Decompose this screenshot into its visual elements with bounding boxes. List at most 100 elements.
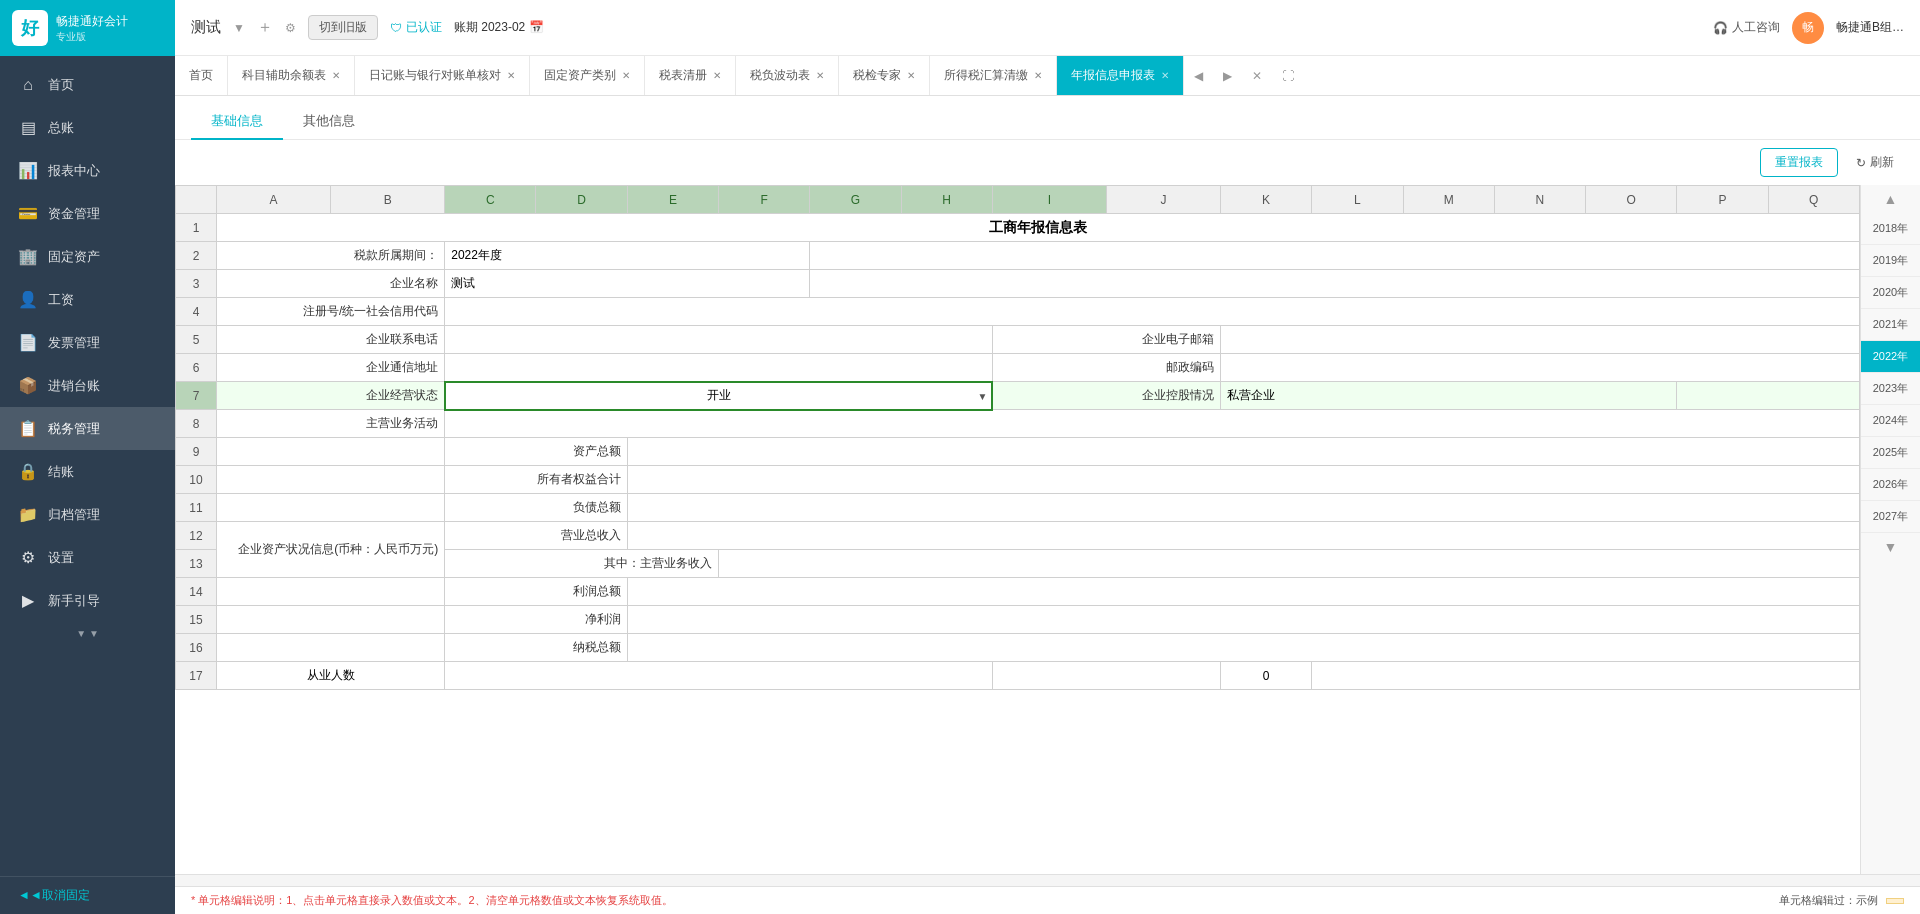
profit-total-value[interactable] (627, 578, 1859, 606)
net-profit-value[interactable] (627, 606, 1859, 634)
sidebar-item-fund[interactable]: 💳 资金管理 (0, 192, 175, 235)
subtab-basic[interactable]: 基础信息 (191, 104, 283, 140)
tab-aux[interactable]: 科目辅助余额表 ✕ (228, 56, 355, 95)
main-biz-value-cell[interactable] (445, 410, 1860, 438)
tab-expand-btn[interactable]: ⛶ (1272, 56, 1304, 95)
holding-value-cell[interactable]: 私营企业 (1220, 382, 1676, 410)
sidebar-item-settings[interactable]: ⚙ 设置 (0, 536, 175, 579)
year-2025[interactable]: 2025年 (1861, 437, 1920, 469)
total-asset-value[interactable] (627, 438, 1859, 466)
company-dropdown-icon[interactable]: ▼ (233, 21, 245, 35)
tab-annual[interactable]: 年报信息申报表 ✕ (1057, 56, 1184, 95)
debt-value[interactable] (627, 494, 1859, 522)
sidebar-item-wage[interactable]: 👤 工资 (0, 278, 175, 321)
col-header-p[interactable]: P (1677, 186, 1768, 214)
col-header-k[interactable]: K (1220, 186, 1311, 214)
col-header-c[interactable]: C (445, 186, 536, 214)
reset-btn[interactable]: 重置报表 (1760, 148, 1838, 177)
col-header-n[interactable]: N (1494, 186, 1585, 214)
col-header-d[interactable]: D (536, 186, 627, 214)
col-header-f[interactable]: F (719, 186, 810, 214)
sidebar-item-tax[interactable]: 📋 税务管理 (0, 407, 175, 450)
year-2026[interactable]: 2026年 (1861, 469, 1920, 501)
sidebar-item-asset[interactable]: 🏢 固定资产 (0, 235, 175, 278)
tab-income-tax-close[interactable]: ✕ (1034, 70, 1042, 81)
spreadsheet-container[interactable]: A B C D E F G H I J K L M (175, 185, 1860, 874)
h-scrollbar[interactable] (175, 874, 1920, 886)
year-2021[interactable]: 2021年 (1861, 309, 1920, 341)
year-2019[interactable]: 2019年 (1861, 245, 1920, 277)
email-value-cell[interactable] (1220, 326, 1859, 354)
status-dropdown-cell[interactable]: 开业 ▼ (445, 382, 993, 410)
tab-aux-close[interactable]: ✕ (332, 70, 340, 81)
tab-home[interactable]: 首页 (175, 56, 228, 95)
col-header-h[interactable]: H (901, 186, 992, 214)
phone-value-cell[interactable] (445, 326, 993, 354)
tab-tax-expert-close[interactable]: ✕ (907, 70, 915, 81)
col-header-e[interactable]: E (627, 186, 718, 214)
col-header-l[interactable]: L (1312, 186, 1403, 214)
row11-empty (217, 494, 445, 522)
year-2027[interactable]: 2027年 (1861, 501, 1920, 533)
address-value-cell[interactable] (445, 354, 993, 382)
support-btn[interactable]: 🎧 人工咨询 (1713, 19, 1780, 36)
year-2022[interactable]: 2022年 (1861, 341, 1920, 373)
col-header-a[interactable]: A (217, 186, 331, 214)
year-panel-down[interactable]: ▼ (1861, 533, 1920, 561)
col-header-m[interactable]: M (1403, 186, 1494, 214)
sidebar-scroll-more[interactable]: ▼ ▼ (0, 622, 175, 645)
col-header-b[interactable]: B (331, 186, 445, 214)
oldver-btn[interactable]: 切到旧版 (308, 15, 378, 40)
col-header-i[interactable]: I (992, 186, 1106, 214)
tab-journal-close[interactable]: ✕ (507, 70, 515, 81)
refresh-btn[interactable]: ↻ 刷新 (1846, 149, 1904, 176)
regnum-value-cell[interactable] (445, 298, 1860, 326)
tab-tax-table-close[interactable]: ✕ (713, 70, 721, 81)
tab-tax-expert[interactable]: 税检专家 ✕ (839, 56, 930, 95)
revenue-total-value[interactable] (627, 522, 1859, 550)
sidebar-item-home[interactable]: ⌂ 首页 (0, 64, 175, 106)
main-revenue-value[interactable] (719, 550, 1860, 578)
col-header-q[interactable]: Q (1768, 186, 1859, 214)
tab-prev-btn[interactable]: ◀ (1184, 56, 1213, 95)
tab-tax-wave[interactable]: 税负波动表 ✕ (736, 56, 839, 95)
sidebar-item-guide[interactable]: ▶ 新手引导 (0, 579, 175, 622)
period-value-cell[interactable]: 2022年度 (445, 242, 810, 270)
company-value-cell[interactable]: 测试 (445, 270, 810, 298)
tab-next-btn[interactable]: ▶ (1213, 56, 1242, 95)
col-header-g[interactable]: G (810, 186, 901, 214)
subtab-other[interactable]: 其他信息 (283, 104, 375, 140)
year-2018[interactable]: 2018年 (1861, 213, 1920, 245)
sidebar-item-close[interactable]: 🔒 结账 (0, 450, 175, 493)
tab-income-tax[interactable]: 所得税汇算清缴 ✕ (930, 56, 1057, 95)
tab-asset-type-close[interactable]: ✕ (622, 70, 630, 81)
tab-asset-type[interactable]: 固定资产类别 ✕ (530, 56, 645, 95)
tab-close-all-btn[interactable]: ✕ (1242, 56, 1272, 95)
col-header-o[interactable]: O (1586, 186, 1677, 214)
year-2024[interactable]: 2024年 (1861, 405, 1920, 437)
sidebar-pin-btn[interactable]: ◄◄取消固定 (0, 876, 175, 914)
add-btn[interactable]: ＋ (257, 17, 273, 38)
table-row: 17 从业人数 0 (176, 662, 1860, 690)
statusbar: * 单元格编辑说明：1、点击单元格直接录入数值或文本。2、清空单元格数值或文本恢… (175, 886, 1920, 914)
employee-count-cell[interactable]: 0 (1220, 662, 1311, 690)
year-panel-up[interactable]: ▲ (1861, 185, 1920, 213)
tab-tax-table[interactable]: 税表清册 ✕ (645, 56, 736, 95)
tab-tax-wave-close[interactable]: ✕ (816, 70, 824, 81)
sidebar-item-invoice[interactable]: 📄 发票管理 (0, 321, 175, 364)
tab-journal[interactable]: 日记账与银行对账单核对 ✕ (355, 56, 530, 95)
sidebar-item-ledger[interactable]: ▤ 总账 (0, 106, 175, 149)
tab-annual-close[interactable]: ✕ (1161, 70, 1169, 81)
sidebar-item-archive[interactable]: 📁 归档管理 (0, 493, 175, 536)
year-2020[interactable]: 2020年 (1861, 277, 1920, 309)
year-2023[interactable]: 2023年 (1861, 373, 1920, 405)
equity-value[interactable] (627, 466, 1859, 494)
postcode-value-cell[interactable] (1220, 354, 1859, 382)
employee-value-cell[interactable] (445, 662, 993, 690)
settings-btn[interactable]: ⚙ (285, 21, 296, 35)
title-cell[interactable]: 工商年报信息表 (217, 214, 1860, 242)
col-header-j[interactable]: J (1106, 186, 1220, 214)
tax-total-value[interactable] (627, 634, 1859, 662)
sidebar-item-inout[interactable]: 📦 进销台账 (0, 364, 175, 407)
sidebar-item-report[interactable]: 📊 报表中心 (0, 149, 175, 192)
